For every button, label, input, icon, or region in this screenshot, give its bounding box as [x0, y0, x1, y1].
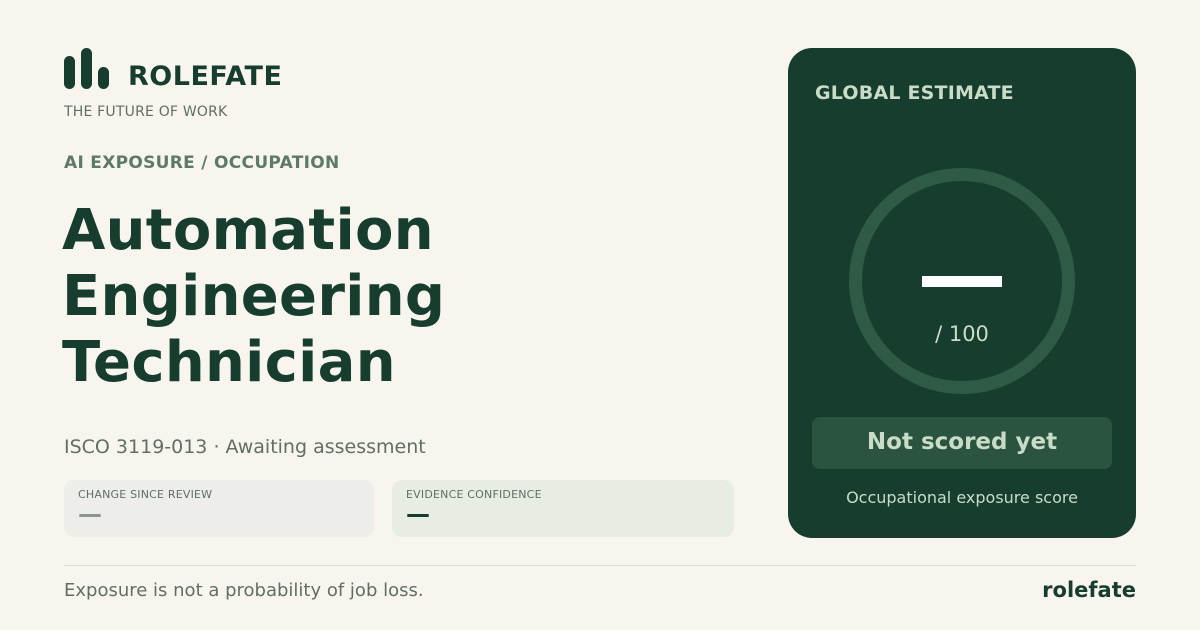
stat-change-since-review: CHANGE SINCE REVIEW — [64, 480, 374, 537]
stat-value: — [78, 500, 102, 528]
score-card: GLOBAL ESTIMATE / 100 Not scored yet Occ… [788, 48, 1136, 538]
score-caption: Occupational exposure score [846, 488, 1078, 507]
stat-label: CHANGE SINCE REVIEW [78, 488, 213, 501]
score-status-badge: Not scored yet [812, 417, 1112, 469]
brand: ROLEFATE [64, 48, 283, 92]
brand-name: ROLEFATE [128, 61, 283, 92]
score-max: / 100 [935, 322, 989, 346]
score-empty-dash [922, 276, 1002, 287]
stat-evidence-confidence: EVIDENCE CONFIDENCE — [392, 480, 734, 537]
stat-label: EVIDENCE CONFIDENCE [406, 488, 542, 501]
occupation-title-line2: Engineering Technician [62, 264, 446, 395]
brand-tagline: THE FUTURE OF WORK [64, 104, 228, 120]
stat-value: — [406, 500, 430, 528]
occupation-meta: ISCO 3119-013 · Awaiting assessment [64, 436, 426, 458]
section-eyebrow: AI EXPOSURE / OCCUPATION [64, 153, 340, 173]
bar-chart-logo-icon [64, 48, 109, 89]
occupation-title: Automation Engineering Technician [62, 198, 762, 396]
footer-brand: rolefate [1042, 578, 1136, 602]
occupation-title-line1: Automation [62, 198, 434, 263]
footer-divider [64, 565, 1136, 566]
footer-disclaimer: Exposure is not a probability of job los… [64, 580, 424, 601]
score-card-title: GLOBAL ESTIMATE [815, 82, 1014, 104]
